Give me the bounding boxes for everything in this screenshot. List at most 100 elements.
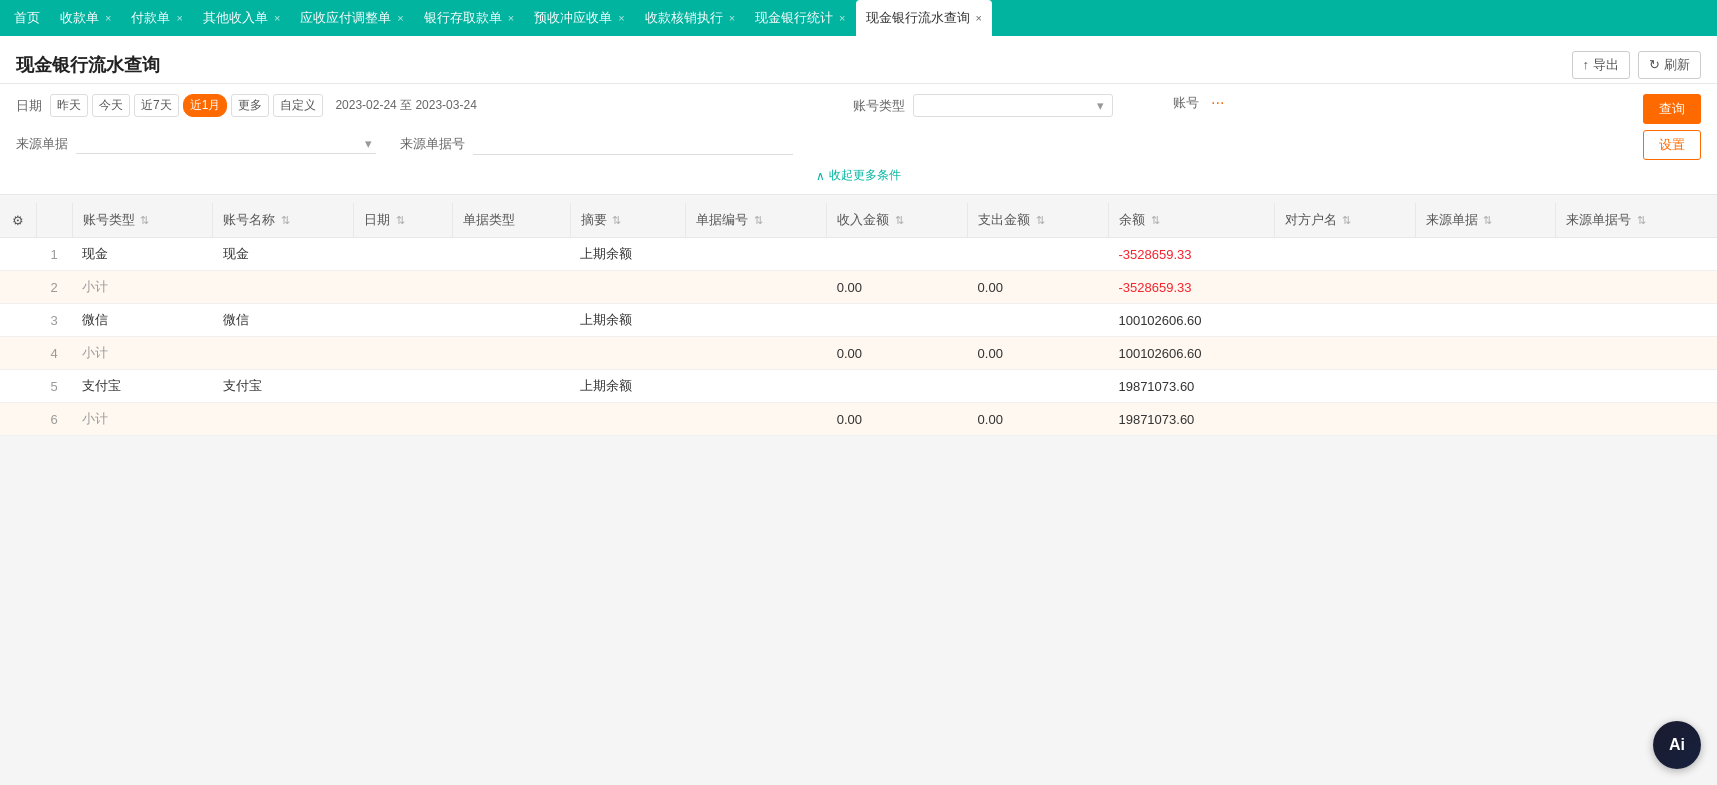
row-source-doc [1415,403,1556,436]
close-icon[interactable]: × [508,12,514,24]
filter-area: 日期 昨天 今天 近7天 近1月 更多 自定义 2023-02-24 至 202… [0,84,1717,195]
row-index: 2 [36,271,72,304]
nav-payment[interactable]: 付款单 × [121,0,192,36]
row-source-doc-no [1556,403,1717,436]
export-icon: ↑ [1583,57,1590,72]
column-summary[interactable]: 摘要 [570,203,686,238]
account-row: 账号 ··· [1173,94,1228,112]
row-counterparty [1274,337,1415,370]
row-expense: 0.00 [968,271,1109,304]
date-1month[interactable]: 近1月 [183,94,228,117]
date-shortcuts: 昨天 今天 近7天 近1月 更多 自定义 [50,94,323,117]
table-row[interactable]: 1 现金 现金 上期余额 -3528659.33 [0,238,1717,271]
close-icon[interactable]: × [397,12,403,24]
query-button[interactable]: 查询 [1643,94,1701,124]
source-doc-no-input[interactable] [473,133,793,155]
row-account-name: 支付宝 [213,370,354,403]
row-counterparty [1274,238,1415,271]
date-custom[interactable]: 自定义 [273,94,323,117]
table-header-row: ⚙ 账号类型 账号名称 日期 单据类型 摘要 [0,203,1717,238]
column-summary-label: 摘要 [581,212,607,227]
column-account-name[interactable]: 账号名称 [213,203,354,238]
close-icon[interactable]: × [839,12,845,24]
nav-home[interactable]: 首页 [4,0,50,36]
nav-adjustment[interactable]: 应收应付调整单 × [290,0,413,36]
row-balance: 100102606.60 [1108,304,1274,337]
nav-prepay[interactable]: 预收冲应收单 × [524,0,634,36]
row-doc-type [453,370,570,403]
account-dots-button[interactable]: ··· [1207,94,1228,112]
table-row[interactable]: 4 小计 0.00 0.00 100102606.60 [0,337,1717,370]
page-header: 现金银行流水查询 ↑ 导出 ↻ 刷新 [0,36,1717,84]
date-yesterday[interactable]: 昨天 [50,94,88,117]
nav-receipt[interactable]: 收款单 × [50,0,121,36]
collapse-icon: ∧ [816,169,825,183]
column-index [36,203,72,238]
table-row[interactable]: 2 小计 0.00 0.00 -3528659.33 [0,271,1717,304]
column-source-doc[interactable]: 来源单据 [1415,203,1556,238]
date-filter-row: 日期 昨天 今天 近7天 近1月 更多 自定义 2023-02-24 至 202… [16,94,793,117]
sort-icon [394,212,405,227]
row-doc-no [686,271,827,304]
column-account-type[interactable]: 账号类型 [72,203,213,238]
row-doc-no [686,238,827,271]
account-type-select[interactable]: ▾ [913,94,1113,117]
row-date [354,271,453,304]
date-label: 日期 [16,97,42,115]
row-income [827,238,968,271]
row-expense [968,370,1109,403]
collapse-bar[interactable]: ∧ 收起更多条件 [16,163,1701,184]
sort-icon [1635,212,1646,227]
row-source-doc-no [1556,238,1717,271]
table-row[interactable]: 3 微信 微信 上期余额 100102606.60 [0,304,1717,337]
row-account-type: 小计 [72,337,213,370]
export-button[interactable]: ↑ 导出 [1572,51,1631,79]
date-today[interactable]: 今天 [92,94,130,117]
close-icon[interactable]: × [729,12,735,24]
nav-verify[interactable]: 收款核销执行 × [635,0,745,36]
nav-bank-deposit[interactable]: 银行存取款单 × [414,0,524,36]
column-doc-no[interactable]: 单据编号 [686,203,827,238]
date-more[interactable]: 更多 [231,94,269,117]
close-icon[interactable]: × [274,12,280,24]
row-source-doc [1415,304,1556,337]
sort-icon [752,212,763,227]
column-source-doc-label: 来源单据 [1426,212,1478,227]
column-expense[interactable]: 支出金额 [968,203,1109,238]
date-7days[interactable]: 近7天 [134,94,179,117]
column-counterparty[interactable]: 对方户名 [1274,203,1415,238]
nav-cashflow[interactable]: 现金银行流水查询 × [856,0,992,36]
row-counterparty [1274,403,1415,436]
column-balance[interactable]: 余额 [1108,203,1274,238]
source-doc-select[interactable]: ▾ [76,134,376,154]
row-account-name [213,403,354,436]
chevron-down-icon: ▾ [1097,98,1104,113]
top-navigation: 首页 收款单 × 付款单 × 其他收入单 × 应收应付调整单 × 银行存取款单 … [0,0,1717,36]
row-gear [0,337,36,370]
nav-stats[interactable]: 现金银行统计 × [745,0,855,36]
row-expense [968,238,1109,271]
column-gear[interactable]: ⚙ [0,203,36,238]
close-icon[interactable]: × [105,12,111,24]
row-doc-type [453,238,570,271]
row-gear [0,370,36,403]
column-income[interactable]: 收入金额 [827,203,968,238]
row-index: 4 [36,337,72,370]
nav-other-income[interactable]: 其他收入单 × [193,0,290,36]
sort-icon [138,212,149,227]
row-summary: 上期余额 [570,238,686,271]
row-source-doc-no [1556,370,1717,403]
column-date[interactable]: 日期 [354,203,453,238]
setting-button[interactable]: 设置 [1643,130,1701,160]
row-balance: 19871073.60 [1108,403,1274,436]
row-doc-no [686,304,827,337]
date-range: 2023-02-24 至 2023-03-24 [335,97,476,114]
table-row[interactable]: 6 小计 0.00 0.00 19871073.60 [0,403,1717,436]
refresh-button[interactable]: ↻ 刷新 [1638,51,1701,79]
close-icon[interactable]: × [976,12,982,24]
row-source-doc-no [1556,271,1717,304]
close-icon[interactable]: × [618,12,624,24]
column-source-doc-no[interactable]: 来源单据号 [1556,203,1717,238]
table-row[interactable]: 5 支付宝 支付宝 上期余额 19871073.60 [0,370,1717,403]
close-icon[interactable]: × [176,12,182,24]
